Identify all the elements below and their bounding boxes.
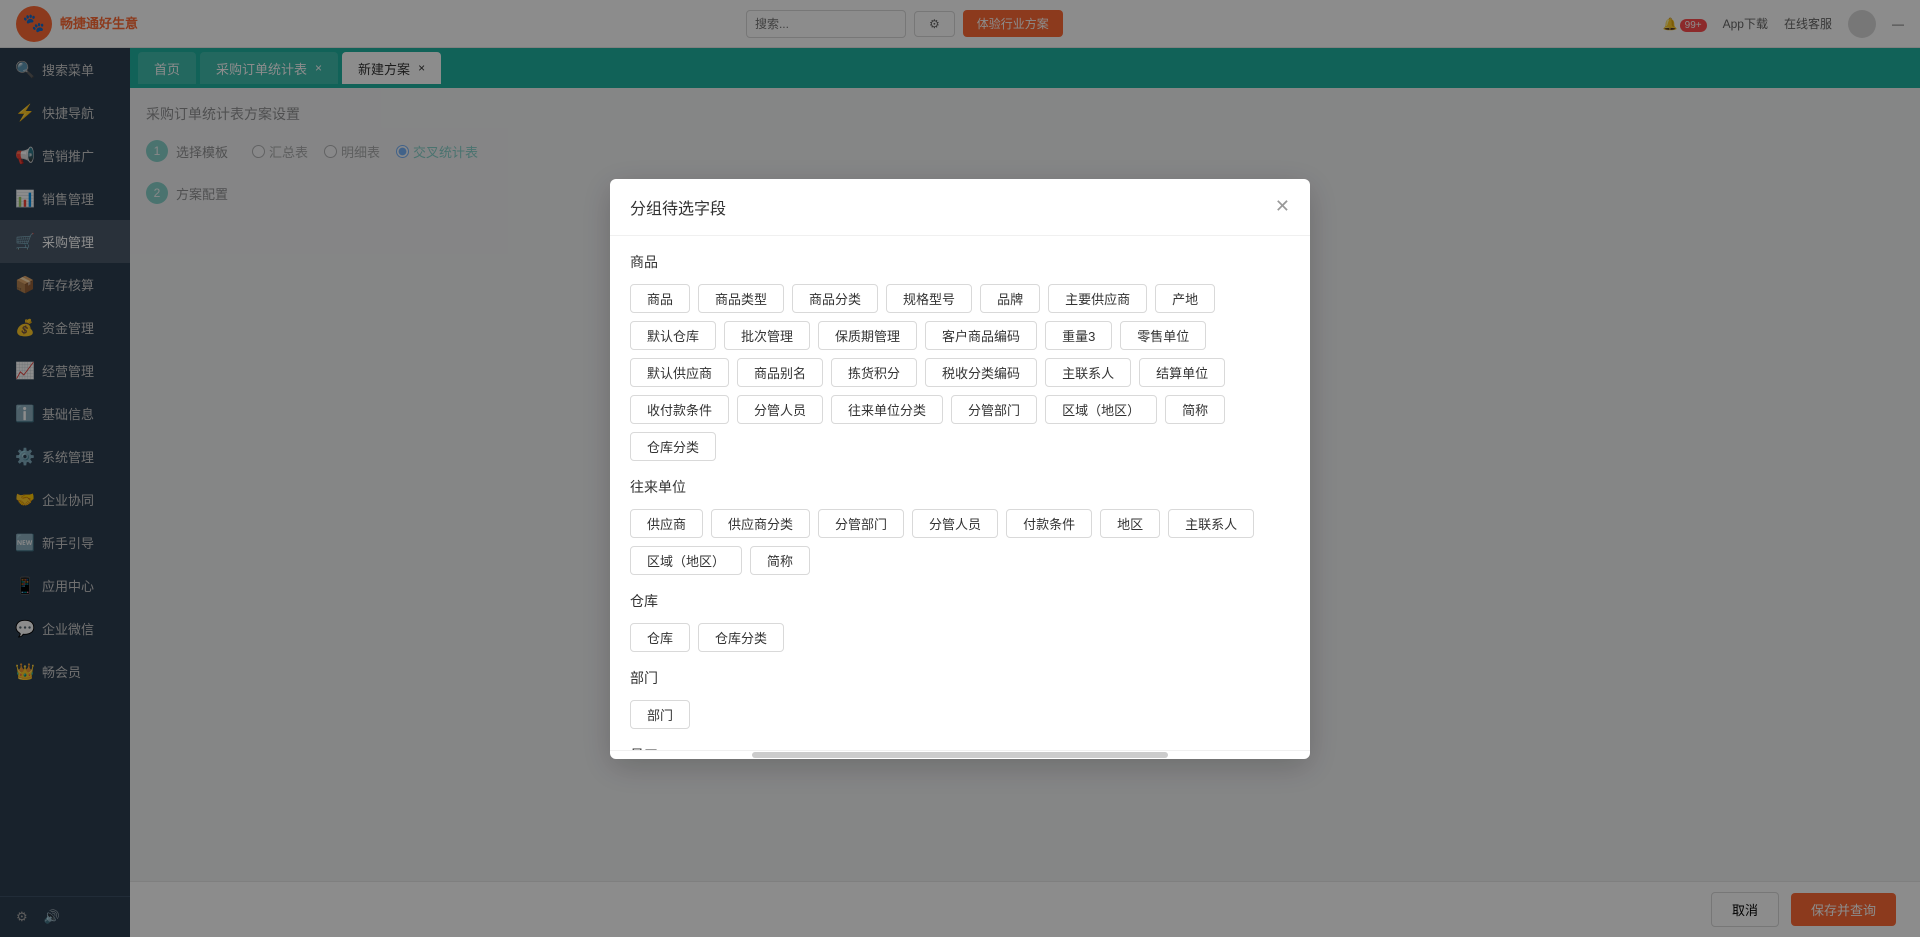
tag-分管部门[interactable]: 分管部门: [951, 395, 1037, 424]
tag-仓库[interactable]: 仓库: [630, 623, 690, 652]
tag-简称[interactable]: 简称: [750, 546, 810, 575]
tag-商品别名[interactable]: 商品别名: [737, 358, 823, 387]
section-title-department: 部门: [630, 668, 1290, 688]
tag-grid-counterpart: 供应商供应商分类分管部门分管人员付款条件地区主联系人区域（地区） 简称: [630, 509, 1290, 575]
tag-供应商[interactable]: 供应商: [630, 509, 703, 538]
modal-close-button[interactable]: ✕: [1275, 196, 1290, 217]
tag-往来单位分类[interactable]: 往来单位分类: [831, 395, 943, 424]
section-title-product: 商品: [630, 252, 1290, 272]
modal-header: 分组待选字段 ✕: [610, 179, 1310, 236]
tag-商品分类[interactable]: 商品分类: [792, 284, 878, 313]
tag-重量3[interactable]: 重量3: [1045, 321, 1112, 350]
tag-商品类型[interactable]: 商品类型: [698, 284, 784, 313]
tag-规格型号[interactable]: 规格型号: [886, 284, 972, 313]
tag-零售单位[interactable]: 零售单位: [1120, 321, 1206, 350]
tag-仓库分类[interactable]: 仓库分类: [630, 432, 716, 461]
tag-简称[interactable]: 简称: [1165, 395, 1225, 424]
tag-收付款条件[interactable]: 收付款条件: [630, 395, 729, 424]
tag-供应商分类[interactable]: 供应商分类: [711, 509, 810, 538]
tag-批次管理[interactable]: 批次管理: [724, 321, 810, 350]
tag-默认仓库[interactable]: 默认仓库: [630, 321, 716, 350]
tag-主联系人[interactable]: 主联系人: [1045, 358, 1131, 387]
modal-hscroll: [610, 750, 1310, 759]
tag-付款条件[interactable]: 付款条件: [1006, 509, 1092, 538]
tag-部门[interactable]: 部门: [630, 700, 690, 729]
tag-仓库分类[interactable]: 仓库分类: [698, 623, 784, 652]
tag-区域（地区）[interactable]: 区域（地区）: [1045, 395, 1157, 424]
modal-hscroll-bar: [752, 752, 1167, 758]
tag-默认供应商[interactable]: 默认供应商: [630, 358, 729, 387]
modal-dialog: 分组待选字段 ✕ 商品商品商品类型商品分类规格型号品牌主要供应商产地默认仓库批次…: [610, 179, 1310, 759]
tag-主要供应商[interactable]: 主要供应商: [1048, 284, 1147, 313]
tag-分管人员[interactable]: 分管人员: [912, 509, 998, 538]
tag-保质期管理[interactable]: 保质期管理: [818, 321, 917, 350]
tag-区域（地区）[interactable]: 区域（地区）: [630, 546, 742, 575]
modal-overlay: 分组待选字段 ✕ 商品商品商品类型商品分类规格型号品牌主要供应商产地默认仓库批次…: [0, 0, 1920, 937]
section-title-warehouse: 仓库: [630, 591, 1290, 611]
tag-分管部门[interactable]: 分管部门: [818, 509, 904, 538]
tag-分管人员[interactable]: 分管人员: [737, 395, 823, 424]
tag-主联系人[interactable]: 主联系人: [1168, 509, 1254, 538]
tag-结算单位[interactable]: 结算单位: [1139, 358, 1225, 387]
modal-body: 商品商品商品类型商品分类规格型号品牌主要供应商产地默认仓库批次管理保质期管理客户…: [610, 236, 1310, 750]
tag-grid-product: 商品商品类型商品分类规格型号品牌主要供应商产地默认仓库批次管理保质期管理客户商品…: [630, 284, 1290, 461]
tag-拣货积分[interactable]: 拣货积分: [831, 358, 917, 387]
tag-商品[interactable]: 商品: [630, 284, 690, 313]
tag-税收分类编码[interactable]: 税收分类编码: [925, 358, 1037, 387]
modal-title: 分组待选字段: [630, 195, 726, 219]
tag-grid-warehouse: 仓库仓库分类: [630, 623, 1290, 652]
tag-地区[interactable]: 地区: [1100, 509, 1160, 538]
tag-产地[interactable]: 产地: [1155, 284, 1215, 313]
tag-grid-department: 部门: [630, 700, 1290, 729]
tag-品牌[interactable]: 品牌: [980, 284, 1040, 313]
tag-客户商品编码[interactable]: 客户商品编码: [925, 321, 1037, 350]
section-title-counterpart: 往来单位: [630, 477, 1290, 497]
